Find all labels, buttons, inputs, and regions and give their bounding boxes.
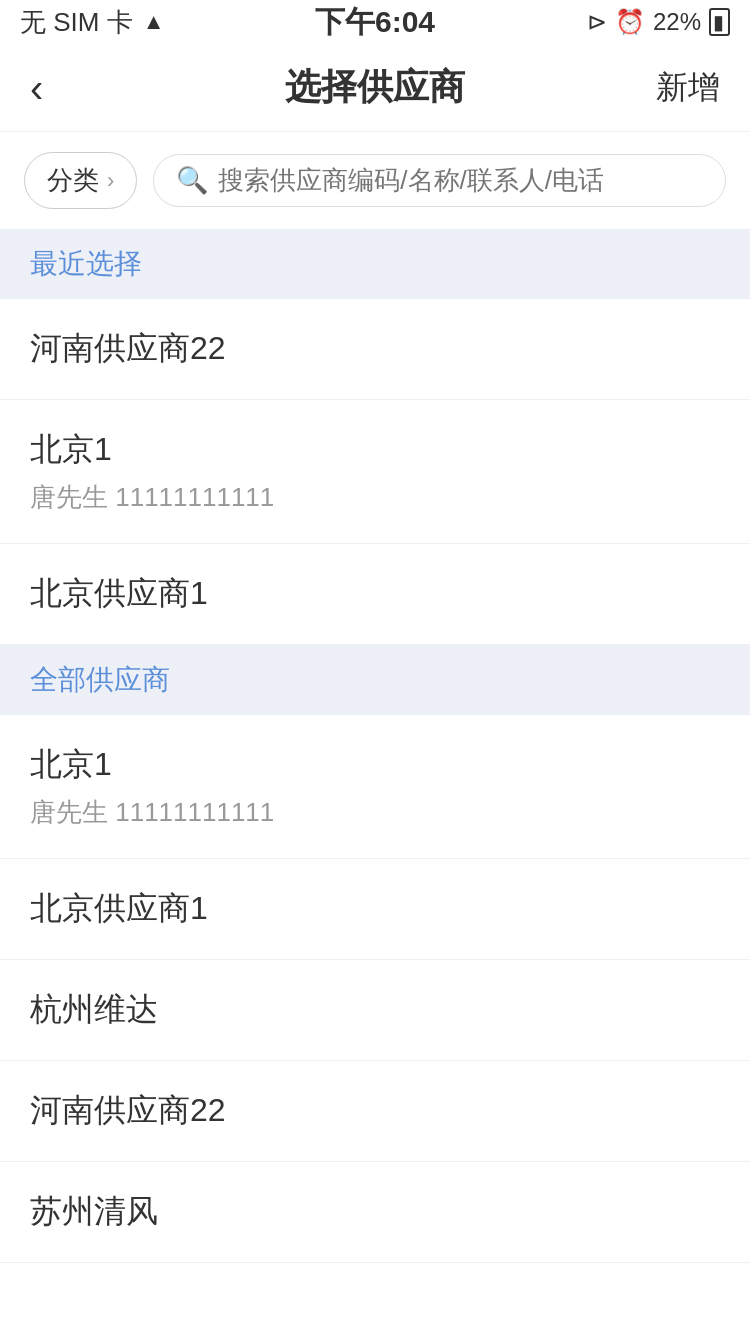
wifi-icon: ▲ (143, 9, 165, 35)
list-item[interactable]: 北京供应商1 (0, 859, 750, 960)
recent-section-header: 最近选择 (0, 229, 750, 299)
list-item[interactable]: 杭州维达 (0, 960, 750, 1061)
all-section-header: 全部供应商 (0, 645, 750, 715)
item-name: 苏州清风 (30, 1190, 720, 1234)
status-left: 无 SIM 卡 ▲ (20, 5, 164, 40)
chevron-right-icon: › (107, 168, 114, 194)
item-name: 北京1 (30, 428, 720, 472)
item-name: 杭州维达 (30, 988, 720, 1032)
search-input[interactable] (218, 165, 703, 196)
status-time: 下午6:04 (315, 2, 435, 43)
recent-section-label: 最近选择 (30, 248, 142, 279)
search-icon: 🔍 (176, 165, 208, 196)
category-label: 分类 (47, 163, 99, 198)
item-sub: 唐先生 11111111111 (30, 795, 720, 830)
item-name: 河南供应商22 (30, 1089, 720, 1133)
add-button[interactable]: 新增 (656, 66, 720, 110)
alarm-icon: ⏰ (615, 8, 645, 36)
list-item[interactable]: 北京供应商1 (0, 544, 750, 645)
list-item[interactable]: 北京1 唐先生 11111111111 (0, 400, 750, 544)
nav-bar: ‹ 选择供应商 新增 (0, 44, 750, 132)
recent-list: 河南供应商22 北京1 唐先生 11111111111 北京供应商1 (0, 299, 750, 645)
back-button[interactable]: ‹ (30, 68, 43, 108)
item-name: 北京供应商1 (30, 572, 720, 616)
list-item[interactable]: 河南供应商22 (0, 1061, 750, 1162)
item-name: 北京供应商1 (30, 887, 720, 931)
item-name: 河南供应商22 (30, 327, 720, 371)
page-title: 选择供应商 (285, 63, 465, 112)
filter-bar: 分类 › 🔍 (0, 132, 750, 229)
category-filter[interactable]: 分类 › (24, 152, 137, 209)
status-right: ⊳ ⏰ 22% ▮ (587, 8, 730, 36)
all-list: 北京1 唐先生 11111111111 北京供应商1 杭州维达河南供应商22 苏州清风 (0, 715, 750, 1263)
item-sub: 唐先生 11111111111 (30, 480, 720, 515)
search-box[interactable]: 🔍 (153, 154, 726, 207)
battery-icon: ▮ (709, 8, 730, 36)
all-section-label: 全部供应商 (30, 664, 170, 695)
battery-text: 22% (653, 8, 701, 36)
carrier-text: 无 SIM 卡 (20, 5, 133, 40)
item-name: 北京1 (30, 743, 720, 787)
status-bar: 无 SIM 卡 ▲ 下午6:04 ⊳ ⏰ 22% ▮ (0, 0, 750, 44)
list-item[interactable]: 苏州清风 (0, 1162, 750, 1263)
location-icon: ⊳ (587, 8, 607, 36)
list-item[interactable]: 北京1 唐先生 11111111111 (0, 715, 750, 859)
list-item[interactable]: 河南供应商22 (0, 299, 750, 400)
